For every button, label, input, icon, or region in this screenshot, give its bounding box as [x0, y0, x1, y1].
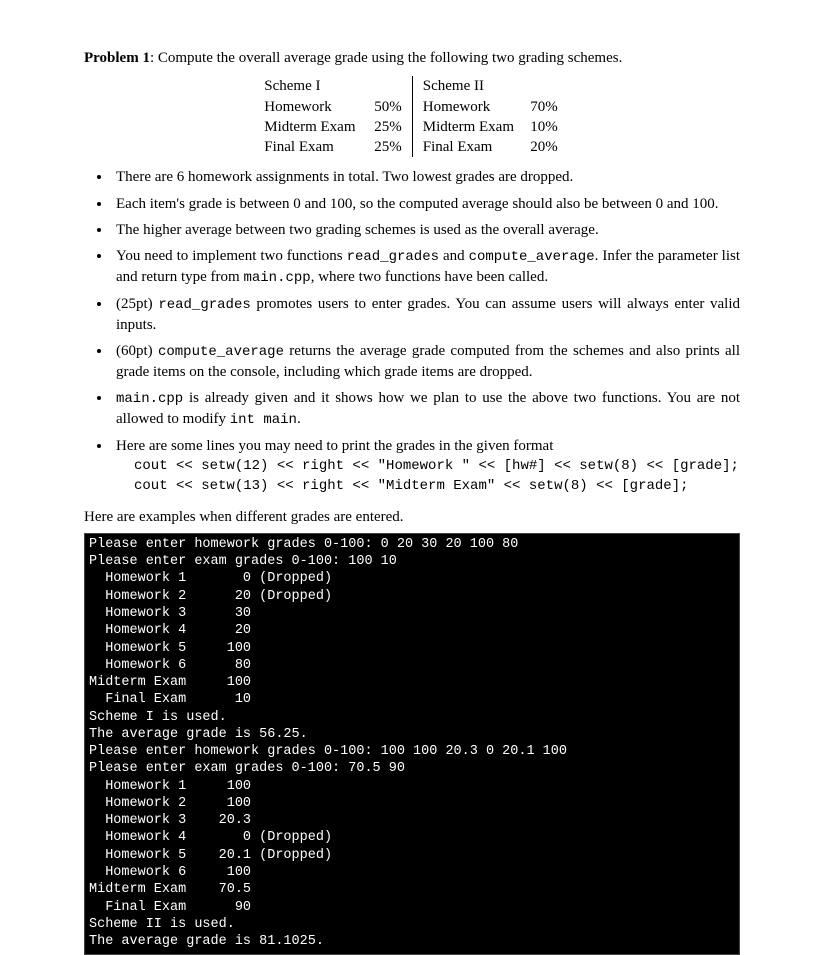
code-inline: main.cpp	[243, 270, 310, 286]
list-item: Each item's grade is between 0 and 100, …	[112, 194, 740, 214]
table-row: Homework 50% Homework 70%	[256, 97, 568, 117]
table-row: Midterm Exam 25% Midterm Exam 10%	[256, 117, 568, 137]
list-item: You need to implement two functions read…	[112, 246, 740, 288]
problem-label: Problem 1	[84, 50, 150, 66]
scheme2-header: Scheme II	[412, 76, 522, 96]
examples-intro: Here are examples when different grades …	[84, 507, 740, 527]
code-inline: read_grades	[158, 297, 250, 313]
scheme1-header: Scheme I	[256, 76, 366, 96]
list-item: There are 6 homework assignments in tota…	[112, 167, 740, 187]
problem-title: Problem 1: Compute the overall average g…	[84, 48, 740, 68]
list-item: (60pt) compute_average returns the avera…	[112, 341, 740, 382]
code-inline: main.cpp	[116, 391, 183, 407]
code-line: cout << setw(13) << right << "Midterm Ex…	[134, 476, 740, 496]
code-inline: int main	[230, 412, 297, 428]
table-row: Final Exam 25% Final Exam 20%	[256, 137, 568, 157]
list-item: Here are some lines you may need to prin…	[112, 436, 740, 497]
code-inline: read_grades	[347, 249, 439, 265]
grading-scheme-table: Scheme I Scheme II Homework 50% Homework…	[256, 76, 568, 157]
requirements-list: There are 6 homework assignments in tota…	[84, 167, 740, 496]
table-row: Scheme I Scheme II	[256, 76, 568, 96]
problem-rest: : Compute the overall average grade usin…	[150, 50, 622, 66]
terminal-output: Please enter homework grades 0-100: 0 20…	[84, 533, 740, 955]
list-item: The higher average between two grading s…	[112, 220, 740, 240]
code-inline: compute_average	[158, 344, 284, 360]
list-item: main.cpp is already given and it shows h…	[112, 388, 740, 430]
code-inline: compute_average	[469, 249, 595, 265]
code-line: cout << setw(12) << right << "Homework "…	[134, 456, 740, 476]
list-item: (25pt) read_grades promotes users to ent…	[112, 294, 740, 335]
